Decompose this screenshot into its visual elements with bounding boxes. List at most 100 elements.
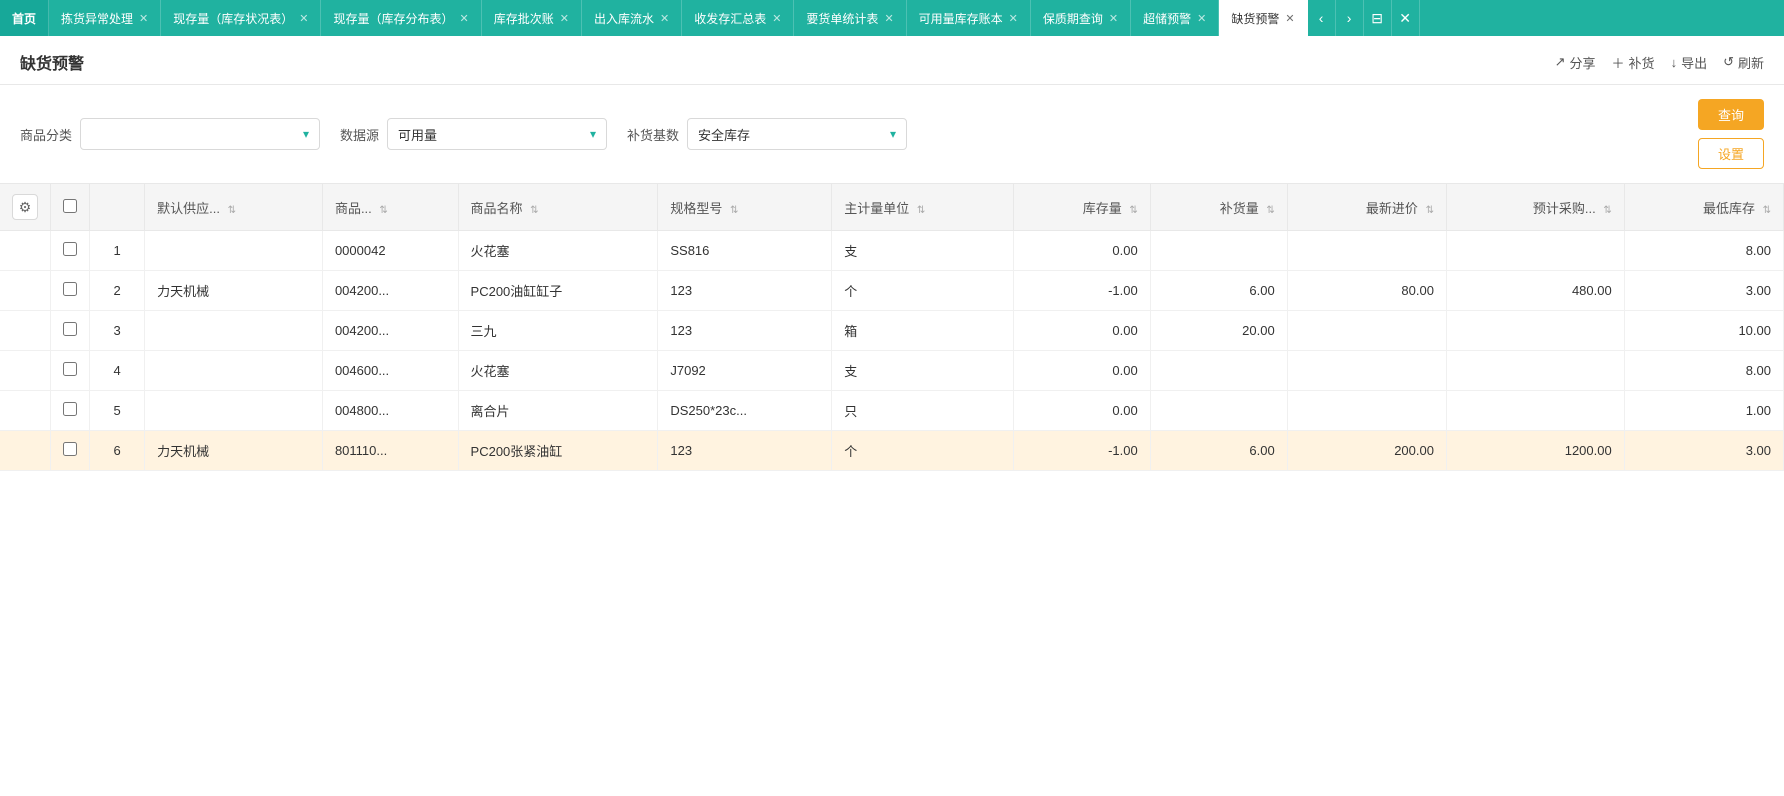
cell-spec: 123 [658,431,832,471]
col-settings: ⚙ [0,184,51,231]
cell-default-supplier: 力天机械 [145,431,323,471]
cell-default-supplier [145,231,323,271]
cell-index: 2 [90,271,145,311]
cell-replenish-qty [1150,231,1287,271]
tab-nav-next[interactable]: › [1336,0,1364,36]
cell-settings [0,271,51,311]
column-settings-icon[interactable]: ⚙ [12,194,38,220]
sort-icon: ⇅ [1266,205,1274,216]
sort-icon: ⇅ [1763,205,1771,216]
close-icon[interactable]: ✕ [1197,12,1206,25]
cell-stock-qty: -1.00 [1013,431,1150,471]
close-icon[interactable]: ✕ [772,12,781,25]
cell-product-code: 004800... [322,391,458,431]
col-header-label: 商品名称 [471,201,523,216]
close-icon[interactable]: ✕ [1285,12,1294,25]
col-index [90,184,145,231]
table-body: 1 0000042 火花塞 SS816 支 0.00 8.00 2 力天机械 0… [0,231,1784,471]
row-checkbox[interactable] [63,442,77,456]
cell-unit: 支 [832,231,1013,271]
tab-home[interactable]: 首页 [0,0,49,36]
cell-checkbox [51,271,90,311]
tab-minimize-btn[interactable]: ⊟ [1364,0,1392,36]
col-min-stock[interactable]: 最低库存 ⇅ [1624,184,1783,231]
table-row: 4 004600... 火花塞 J7092 支 0.00 8.00 [0,351,1784,391]
col-product-name[interactable]: 商品名称 ⇅ [458,184,658,231]
row-checkbox[interactable] [63,282,77,296]
cell-spec: J7092 [658,351,832,391]
close-icon[interactable]: ✕ [660,12,669,25]
action-buttons: 查询 设置 [1698,99,1764,169]
tab-label: 要货单统计表 [806,10,878,27]
cell-replenish-qty [1150,391,1287,431]
tab-overstock-warning[interactable]: 超储预警 ✕ [1131,0,1219,36]
tab-inventory-status[interactable]: 现存量（库存状况表） ✕ [161,0,321,36]
refresh-action[interactable]: ↺ 刷新 [1723,53,1764,72]
row-checkbox[interactable] [63,362,77,376]
export-action[interactable]: ↓ 导出 [1671,53,1708,72]
query-button[interactable]: 查询 [1698,99,1764,130]
col-header-label: 库存量 [1083,201,1122,216]
row-checkbox[interactable] [63,402,77,416]
tab-nav-prev[interactable]: ‹ [1308,0,1336,36]
tab-label: 缺货预警 [1231,10,1279,27]
col-latest-price[interactable]: 最新进价 ⇅ [1287,184,1446,231]
row-checkbox[interactable] [63,322,77,336]
datasource-select[interactable]: 可用量 ▾ [387,118,607,150]
close-icon[interactable]: ✕ [1009,12,1018,25]
replenish-icon: ＋ [1612,53,1625,72]
tab-shortage-warning[interactable]: 缺货预警 ✕ [1219,0,1307,36]
tab-batch-account[interactable]: 库存批次账 ✕ [482,0,582,36]
col-unit[interactable]: 主计量单位 ⇅ [832,184,1013,231]
cell-product-code: 004600... [322,351,458,391]
settings-button[interactable]: 设置 [1698,138,1764,169]
close-icon[interactable]: ✕ [884,12,893,25]
cell-replenish-qty: 6.00 [1150,431,1287,471]
col-stock-qty[interactable]: 库存量 ⇅ [1013,184,1150,231]
tab-available-ledger[interactable]: 可用量库存账本 ✕ [907,0,1031,36]
tab-inventory-dist[interactable]: 现存量（库存分布表） ✕ [321,0,481,36]
col-header-label: 商品... [335,201,372,216]
close-icon[interactable]: ✕ [460,12,469,25]
close-icon[interactable]: ✕ [139,12,148,25]
replenish-base-filter-group: 补货基数 安全库存 ▾ [627,118,907,150]
close-icon[interactable]: ✕ [560,12,569,25]
cell-product-code: 004200... [322,271,458,311]
col-estimated-purchase[interactable]: 预计采购... ⇅ [1446,184,1624,231]
tab-label: 可用量库存账本 [919,10,1003,27]
cell-default-supplier [145,351,323,391]
tab-label: 库存批次账 [494,10,554,27]
refresh-label: 刷新 [1738,53,1764,72]
share-action[interactable]: ↗ 分享 [1555,53,1596,72]
close-icon[interactable]: ✕ [299,12,308,25]
tab-close-all-btn[interactable]: ✕ [1392,0,1420,36]
close-icon[interactable]: ✕ [1109,12,1118,25]
tab-expiry-query[interactable]: 保质期查询 ✕ [1031,0,1131,36]
row-checkbox[interactable] [63,242,77,256]
col-default-supplier[interactable]: 默认供应... ⇅ [145,184,323,231]
sort-icon: ⇅ [228,205,236,216]
category-select[interactable]: ▾ [80,118,320,150]
tab-bar: 首页 拣货异常处理 ✕ 现存量（库存状况表） ✕ 现存量（库存分布表） ✕ 库存… [0,0,1784,36]
replenish-base-select[interactable]: 安全库存 ▾ [687,118,907,150]
cell-latest-price [1287,351,1446,391]
col-spec[interactable]: 规格型号 ⇅ [658,184,832,231]
tab-requisition-stat[interactable]: 要货单统计表 ✕ [794,0,906,36]
select-all-checkbox[interactable] [63,199,77,213]
replenish-base-label: 补货基数 [627,125,679,144]
tab-receive-summary[interactable]: 收发存汇总表 ✕ [682,0,794,36]
cell-estimated-purchase: 1200.00 [1446,431,1624,471]
share-icon: ↗ [1555,54,1566,70]
replenish-action[interactable]: ＋ 补货 [1612,53,1655,72]
tab-inout-flow[interactable]: 出入库流水 ✕ [582,0,682,36]
col-product-code[interactable]: 商品... ⇅ [322,184,458,231]
tab-label: 拣货异常处理 [61,10,133,27]
col-replenish-qty[interactable]: 补货量 ⇅ [1150,184,1287,231]
cell-product-code: 0000042 [322,231,458,271]
tab-defect-handling[interactable]: 拣货异常处理 ✕ [49,0,161,36]
data-table: ⚙ 默认供应... ⇅ 商品... ⇅ 商品名称 [0,183,1784,471]
datasource-label: 数据源 [340,125,379,144]
cell-index: 6 [90,431,145,471]
cell-replenish-qty [1150,351,1287,391]
cell-checkbox [51,431,90,471]
